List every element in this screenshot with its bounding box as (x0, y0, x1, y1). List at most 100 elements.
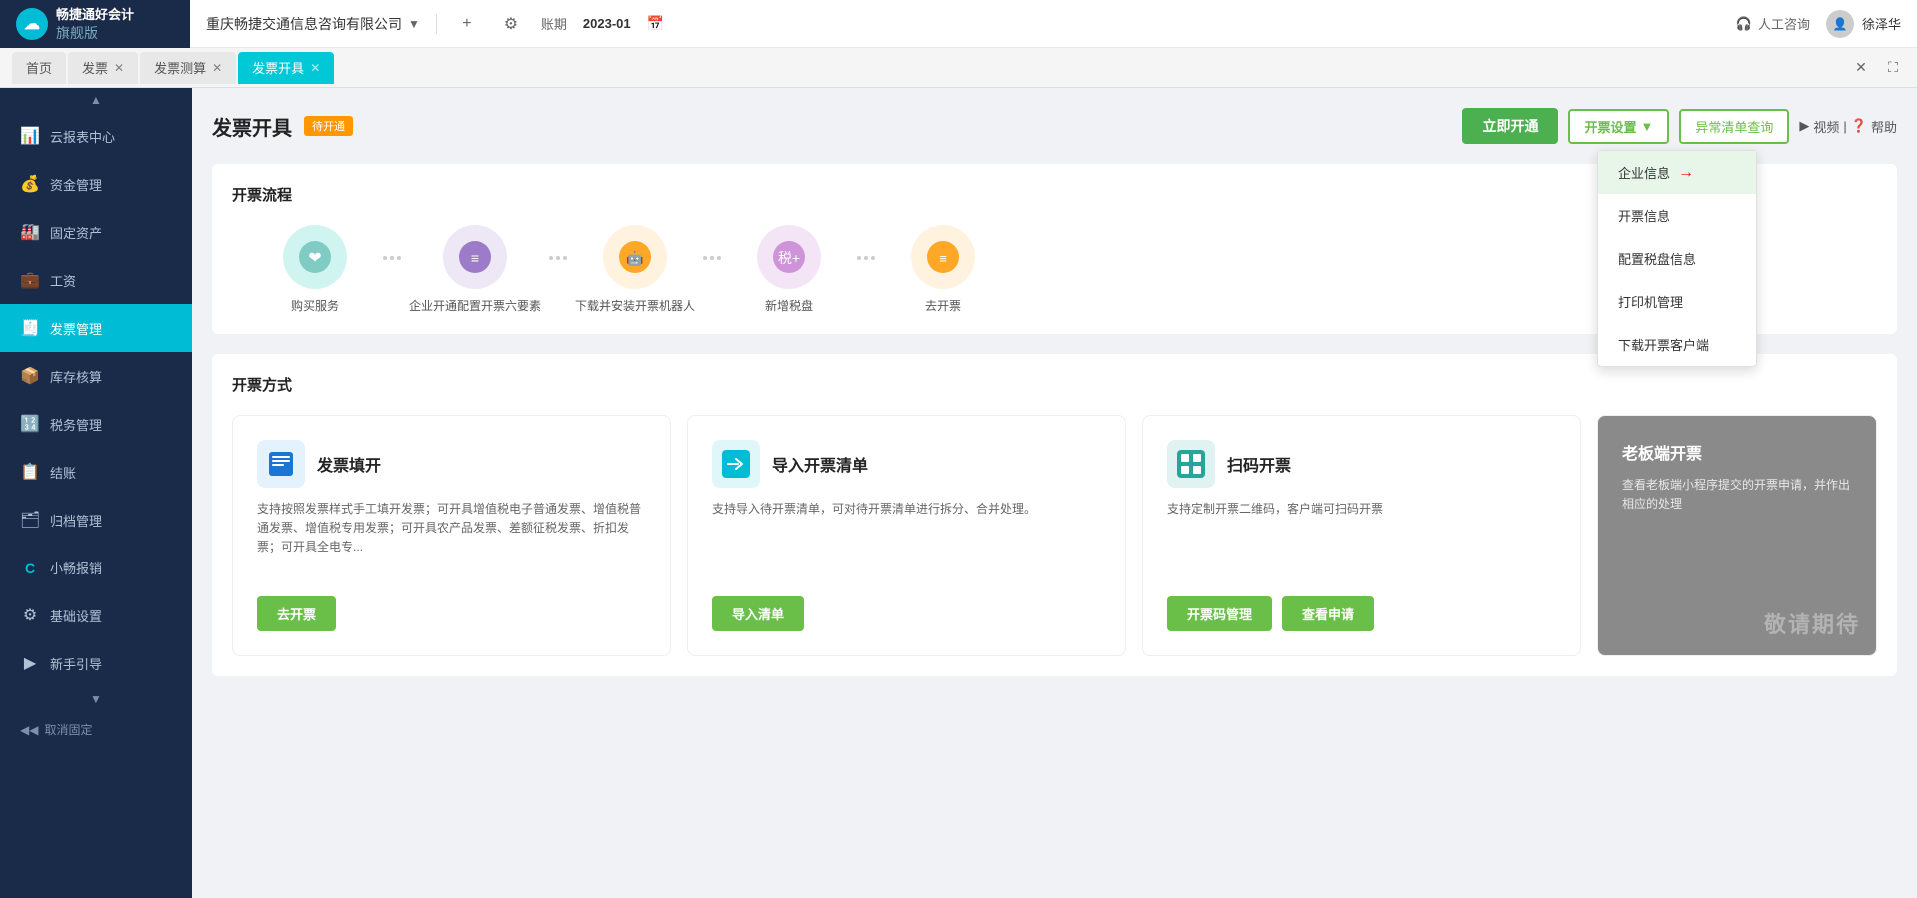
settings-icon[interactable]: ⚙ (497, 10, 525, 38)
period-label: 账期 (541, 14, 567, 33)
tab-invoice-open-close[interactable]: ✕ (310, 61, 320, 75)
page-title: 发票开具 (212, 112, 292, 141)
tab-invoice-open[interactable]: 发票开具 ✕ (238, 52, 334, 84)
dropdown-item-download[interactable]: 下载开票客户端 (1598, 323, 1756, 366)
play-circle-icon: ▶ (1799, 118, 1809, 134)
flow-connector-4 (849, 256, 883, 260)
play-icon: ▶ (20, 653, 40, 673)
method-card-import-header: 导入开票清单 (712, 440, 1101, 488)
copyright-icon: C (20, 560, 40, 576)
method-card-boss: 老板端开票 查看老板端小程序提交的开票申请，并作出相应的处理 敬请期待 (1597, 415, 1877, 656)
import-button[interactable]: 导入清单 (712, 596, 804, 631)
sidebar-item-jiezhang-label: 结账 (50, 463, 76, 482)
sidebar-item-xinshou-label: 新手引导 (50, 654, 102, 673)
period-value: 2023-01 (583, 16, 631, 31)
exception-button[interactable]: 异常清单查询 (1679, 109, 1789, 144)
sidebar-unpin-button[interactable]: ◀◀ 取消固定 (0, 711, 192, 748)
tab-invoice[interactable]: 发票 ✕ (68, 52, 138, 84)
tab-home-label: 首页 (26, 58, 52, 77)
sidebar-item-guidang[interactable]: 🗂 归档管理 (0, 496, 192, 544)
method-card-boss-header: 老板端开票 (1622, 440, 1852, 464)
sidebar-item-jichushezhi[interactable]: ⚙ 基础设置 (0, 591, 192, 639)
header-actions: 立即开通 开票设置 ▼ 异常清单查询 ▶ 视频 | ❓ 帮助 企业信息 (1462, 108, 1897, 144)
dropdown-arrow-icon: → (1678, 164, 1694, 182)
dropdown-item-company[interactable]: 企业信息 → (1598, 151, 1756, 194)
scan-code-button[interactable]: 开票码管理 (1167, 596, 1272, 631)
boss-title: 老板端开票 (1622, 440, 1702, 464)
logo-area: ☁ 畅捷通好会计 旗舰版 (0, 0, 190, 48)
help-label: 帮助 (1871, 117, 1897, 136)
sidebar-scroll-down[interactable]: ▼ (0, 687, 192, 711)
settings-label: 开票设置 (1584, 117, 1636, 136)
tab-invoice-label: 发票 (82, 58, 108, 77)
sidebar-item-yunbao[interactable]: 📊 云报表中心 (0, 112, 192, 160)
sidebar-scroll-up[interactable]: ▲ (0, 88, 192, 112)
dropdown-item-printer[interactable]: 打印机管理 (1598, 280, 1756, 323)
sidebar-item-zijin[interactable]: 💰 资金管理 (0, 160, 192, 208)
fill-desc: 支持按照发票样式手工填开发票；可开具增值税电子普通发票、增值税普通发票、增值税专… (257, 500, 646, 580)
consult-button[interactable]: 🎧 人工咨询 (1736, 14, 1810, 33)
method-section-title: 开票方式 (232, 374, 1877, 395)
tab-invoice-close[interactable]: ✕ (114, 61, 124, 75)
sidebar-item-shuiwu-label: 税务管理 (50, 415, 102, 434)
method-card-fill-header: 发票填开 (257, 440, 646, 488)
tab-home[interactable]: 首页 (12, 52, 66, 84)
company-dropdown-icon: ▼ (408, 17, 420, 31)
sidebar-item-gudingzichan[interactable]: 🏭 固定资产 (0, 208, 192, 256)
fill-goto-button[interactable]: 去开票 (257, 596, 336, 631)
flow-step-1: ❤ 购买服务 (255, 225, 375, 314)
user-name: 徐泽华 (1862, 14, 1901, 33)
add-company-button[interactable]: + (453, 10, 481, 38)
sidebar-item-fapiao[interactable]: 🧾 发票管理 (0, 304, 192, 352)
tax-icon: 🔢 (20, 414, 40, 434)
tab-expand-button[interactable]: ⛶ (1881, 56, 1905, 80)
import-title: 导入开票清单 (772, 452, 868, 476)
sidebar-item-xiaochang[interactable]: C 小畅报销 (0, 544, 192, 591)
dropdown-ticket-label: 开票信息 (1618, 206, 1670, 225)
tab-close-button[interactable]: ✕ (1849, 56, 1873, 80)
pin-icon: ◀◀ (20, 723, 38, 737)
main-layout: ▲ 📊 云报表中心 💰 资金管理 🏭 固定资产 💼 工资 🧾 发票管理 📦 库存… (0, 88, 1917, 898)
scan-view-button[interactable]: 查看申请 (1282, 596, 1374, 631)
pipe-divider: | (1843, 119, 1846, 134)
logo-title: 畅捷通好会计 (56, 4, 134, 23)
sidebar-unpin-label: 取消固定 (44, 721, 92, 738)
method-card-fill: 发票填开 支持按照发票样式手工填开发票；可开具增值税电子普通发票、增值税普通发票… (232, 415, 671, 656)
tab-invoice-calc[interactable]: 发票测算 ✕ (140, 52, 236, 84)
method-card-scan-header: 扫码开票 (1167, 440, 1556, 488)
sidebar-item-jiezhang[interactable]: 📋 结账 (0, 448, 192, 496)
flow-connector-2 (541, 256, 575, 260)
sidebar-item-xinshou[interactable]: ▶ 新手引导 (0, 639, 192, 687)
activate-button[interactable]: 立即开通 (1462, 108, 1558, 144)
flow-step-4: 税+ 新增税盘 (729, 225, 849, 314)
sidebar-item-shuiwu[interactable]: 🔢 税务管理 (0, 400, 192, 448)
svg-text:❤: ❤ (308, 250, 321, 267)
company-selector[interactable]: 重庆畅捷交通信息咨询有限公司 ▼ (206, 14, 420, 34)
dropdown-item-ticket[interactable]: 开票信息 (1598, 194, 1756, 237)
flow-step-3-label: 下载并安装开票机器人 (575, 297, 695, 314)
top-right: 🎧 人工咨询 👤 徐泽华 (1736, 10, 1901, 38)
calendar-icon[interactable]: 📅 (647, 15, 664, 32)
dropdown-company-label: 企业信息 (1618, 163, 1670, 182)
dropdown-item-taxdisk[interactable]: 配置税盘信息 (1598, 237, 1756, 280)
flow-step-1-icon: ❤ (283, 225, 347, 289)
content-area: 发票开具 待开通 立即开通 开票设置 ▼ 异常清单查询 ▶ 视频 | ❓ 帮助 (192, 88, 1917, 898)
archive-icon: 🗂 (20, 510, 40, 530)
video-help-button[interactable]: ▶ 视频 | ❓ 帮助 (1799, 117, 1897, 136)
sidebar: ▲ 📊 云报表中心 💰 资金管理 🏭 固定资产 💼 工资 🧾 发票管理 📦 库存… (0, 88, 192, 898)
fill-title: 发票填开 (317, 452, 381, 476)
tab-invoice-calc-close[interactable]: ✕ (212, 61, 222, 75)
sidebar-item-kucun-label: 库存核算 (50, 367, 102, 386)
sidebar-item-xiaochang-label: 小畅报销 (50, 558, 102, 577)
sidebar-item-kucun[interactable]: 📦 库存核算 (0, 352, 192, 400)
scan-icon (1167, 440, 1215, 488)
boss-desc: 查看老板端小程序提交的开票申请，并作出相应的处理 (1622, 476, 1852, 556)
flow-step-2-icon: ≡ (443, 225, 507, 289)
user-area[interactable]: 👤 徐泽华 (1826, 10, 1901, 38)
settings-dropdown-button[interactable]: 开票设置 ▼ (1568, 109, 1669, 144)
sidebar-item-gongzi[interactable]: 💼 工资 (0, 256, 192, 304)
scan-title: 扫码开票 (1227, 452, 1291, 476)
company-name: 重庆畅捷交通信息咨询有限公司 (206, 14, 402, 34)
svg-text:≡: ≡ (471, 250, 479, 266)
top-divider (436, 14, 437, 34)
